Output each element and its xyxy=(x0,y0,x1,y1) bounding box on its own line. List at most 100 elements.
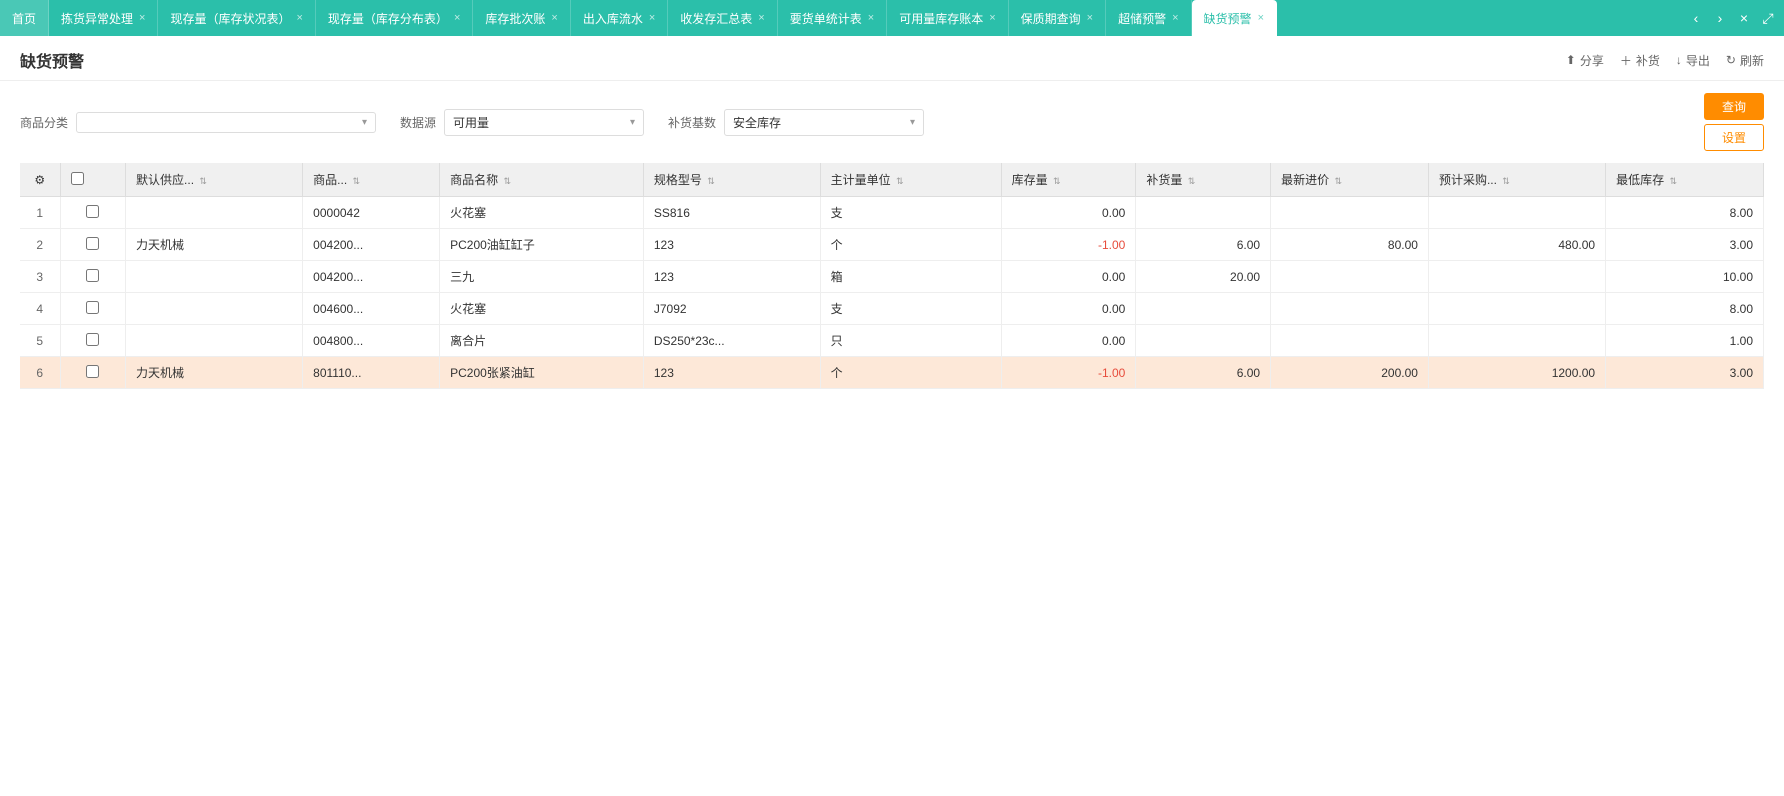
replenish-base-chevron-icon: ▾ xyxy=(910,117,915,128)
tab-close-receive-summary[interactable]: × xyxy=(758,12,764,24)
row-checkbox[interactable] xyxy=(86,333,99,346)
tab-prev-button[interactable]: ‹ xyxy=(1684,6,1708,30)
row-unit: 个 xyxy=(820,357,1001,389)
table-row: 6 力天机械 801110... PC200张紧油缸 123 个 -1.00 6… xyxy=(20,357,1764,389)
sort-spec-icon: ⇅ xyxy=(707,176,715,187)
tab-close-inout-flow[interactable]: × xyxy=(649,12,655,24)
sort-replenish-icon: ⇅ xyxy=(1188,176,1196,187)
tab-batch-account[interactable]: 库存批次账 × xyxy=(473,0,570,36)
tab-receive-summary[interactable]: 收发存汇总表 × xyxy=(668,0,777,36)
row-checkbox[interactable] xyxy=(86,301,99,314)
sort-minstock-icon: ⇅ xyxy=(1669,176,1677,187)
tab-shortage[interactable]: 缺货预警 × xyxy=(1192,0,1277,36)
tab-next-button[interactable]: › xyxy=(1708,6,1732,30)
row-checkbox-cell[interactable] xyxy=(60,357,126,389)
settings-button[interactable]: 设置 xyxy=(1704,124,1764,151)
tab-close-all-button[interactable]: × xyxy=(1732,6,1756,30)
filter-row: 商品分类 ▾ 数据源 可用量 ▾ 补货基数 安全库存 ▾ 查询 设置 xyxy=(0,81,1784,163)
row-unit: 支 xyxy=(820,197,1001,229)
row-replenish-qty: 6.00 xyxy=(1136,357,1271,389)
th-est-purchase[interactable]: 预计采购... ⇅ xyxy=(1428,163,1605,197)
category-label: 商品分类 xyxy=(20,114,68,131)
table-body: 1 0000042 火花塞 SS816 支 0.00 8.00 2 力天机械 0… xyxy=(20,197,1764,389)
row-checkbox[interactable] xyxy=(86,269,99,282)
row-unit: 箱 xyxy=(820,261,1001,293)
row-goods-code: 004200... xyxy=(303,229,440,261)
row-goods-name: 火花塞 xyxy=(440,293,644,325)
th-default-supplier[interactable]: 默认供应... ⇅ xyxy=(126,163,303,197)
th-goods-code[interactable]: 商品... ⇅ xyxy=(303,163,440,197)
row-checkbox-cell[interactable] xyxy=(60,229,126,261)
row-checkbox[interactable] xyxy=(86,365,99,378)
datasource-select-value: 可用量 xyxy=(453,114,489,131)
th-checkbox[interactable] xyxy=(60,163,126,197)
row-goods-name: PC200油缸缸子 xyxy=(440,229,644,261)
tab-expiry-query[interactable]: 保质期查询 × xyxy=(1009,0,1106,36)
select-all-checkbox[interactable] xyxy=(71,172,84,185)
th-replenish-qty[interactable]: 补货量 ⇅ xyxy=(1136,163,1271,197)
row-goods-name: 三九 xyxy=(440,261,644,293)
replenish-base-select[interactable]: 安全库存 ▾ xyxy=(724,109,924,136)
refresh-icon: ↻ xyxy=(1726,53,1736,67)
replenish-button[interactable]: ＋ 补货 xyxy=(1620,52,1660,69)
row-goods-code: 004600... xyxy=(303,293,440,325)
tab-defect-handling[interactable]: 拣货异常处理 × xyxy=(49,0,158,36)
tab-available-ledger[interactable]: 可用量库存账本 × xyxy=(887,0,1008,36)
th-min-stock[interactable]: 最低库存 ⇅ xyxy=(1606,163,1764,197)
tab-close-demand-stats[interactable]: × xyxy=(868,12,874,24)
tab-close-expiry-query[interactable]: × xyxy=(1087,12,1093,24)
row-checkbox[interactable] xyxy=(86,237,99,250)
table-row: 3 004200... 三九 123 箱 0.00 20.00 10.00 xyxy=(20,261,1764,293)
row-checkbox-cell[interactable] xyxy=(60,261,126,293)
sort-est-icon: ⇅ xyxy=(1502,176,1510,187)
row-latest-price xyxy=(1271,325,1429,357)
tab-close-defect-handling[interactable]: × xyxy=(139,12,145,24)
category-select[interactable]: ▾ xyxy=(76,112,376,133)
tab-close-overstock[interactable]: × xyxy=(1172,12,1178,24)
row-checkbox-cell[interactable] xyxy=(60,293,126,325)
row-stock: 0.00 xyxy=(1001,197,1136,229)
category-chevron-icon: ▾ xyxy=(362,117,367,128)
tab-inventory-dist[interactable]: 现存量（库存分布表） × xyxy=(316,0,473,36)
tab-demand-stats[interactable]: 要货单统计表 × xyxy=(778,0,887,36)
tab-close-inventory-status[interactable]: × xyxy=(296,12,302,24)
filter-group-category: 商品分类 ▾ xyxy=(20,112,376,133)
tab-home[interactable]: 首页 xyxy=(0,0,49,36)
row-latest-price: 200.00 xyxy=(1271,357,1429,389)
query-button[interactable]: 查询 xyxy=(1704,93,1764,120)
row-default-supplier: 力天机械 xyxy=(126,229,303,261)
row-checkbox[interactable] xyxy=(86,205,99,218)
row-number: 4 xyxy=(20,293,60,325)
tab-close-available-ledger[interactable]: × xyxy=(989,12,995,24)
row-checkbox-cell[interactable] xyxy=(60,197,126,229)
tab-overstock[interactable]: 超储预警 × xyxy=(1106,0,1191,36)
th-stock[interactable]: 库存量 ⇅ xyxy=(1001,163,1136,197)
tab-close-inventory-dist[interactable]: × xyxy=(454,12,460,24)
tab-inventory-status[interactable]: 现存量（库存状况表） × xyxy=(158,0,315,36)
datasource-select[interactable]: 可用量 ▾ xyxy=(444,109,644,136)
th-unit[interactable]: 主计量单位 ⇅ xyxy=(820,163,1001,197)
sort-price-icon: ⇅ xyxy=(1334,176,1342,187)
page-header: 缺货预警 ⬆ 分享 ＋ 补货 ↓ 导出 ↻ 刷新 xyxy=(0,36,1784,81)
refresh-button[interactable]: ↻ 刷新 xyxy=(1726,52,1764,69)
row-number: 5 xyxy=(20,325,60,357)
tab-inout-flow[interactable]: 出入库流水 × xyxy=(571,0,668,36)
th-goods-name[interactable]: 商品名称 ⇅ xyxy=(440,163,644,197)
tab-close-batch-account[interactable]: × xyxy=(551,12,557,24)
row-goods-code: 004200... xyxy=(303,261,440,293)
table-row: 2 力天机械 004200... PC200油缸缸子 123 个 -1.00 6… xyxy=(20,229,1764,261)
tab-fullscreen-button[interactable]: ⤢ xyxy=(1756,6,1780,30)
tab-close-shortage[interactable]: × xyxy=(1258,12,1264,24)
row-latest-price xyxy=(1271,293,1429,325)
row-checkbox-cell[interactable] xyxy=(60,325,126,357)
row-est-purchase: 1200.00 xyxy=(1428,357,1605,389)
share-button[interactable]: ⬆ 分享 xyxy=(1566,52,1604,69)
th-gear[interactable]: ⚙ xyxy=(20,163,60,197)
row-min-stock: 10.00 xyxy=(1606,261,1764,293)
row-number: 1 xyxy=(20,197,60,229)
row-replenish-qty xyxy=(1136,325,1271,357)
th-spec[interactable]: 规格型号 ⇅ xyxy=(643,163,820,197)
th-latest-price[interactable]: 最新进价 ⇅ xyxy=(1271,163,1429,197)
sort-stock-icon: ⇅ xyxy=(1053,176,1061,187)
export-button[interactable]: ↓ 导出 xyxy=(1676,52,1710,69)
